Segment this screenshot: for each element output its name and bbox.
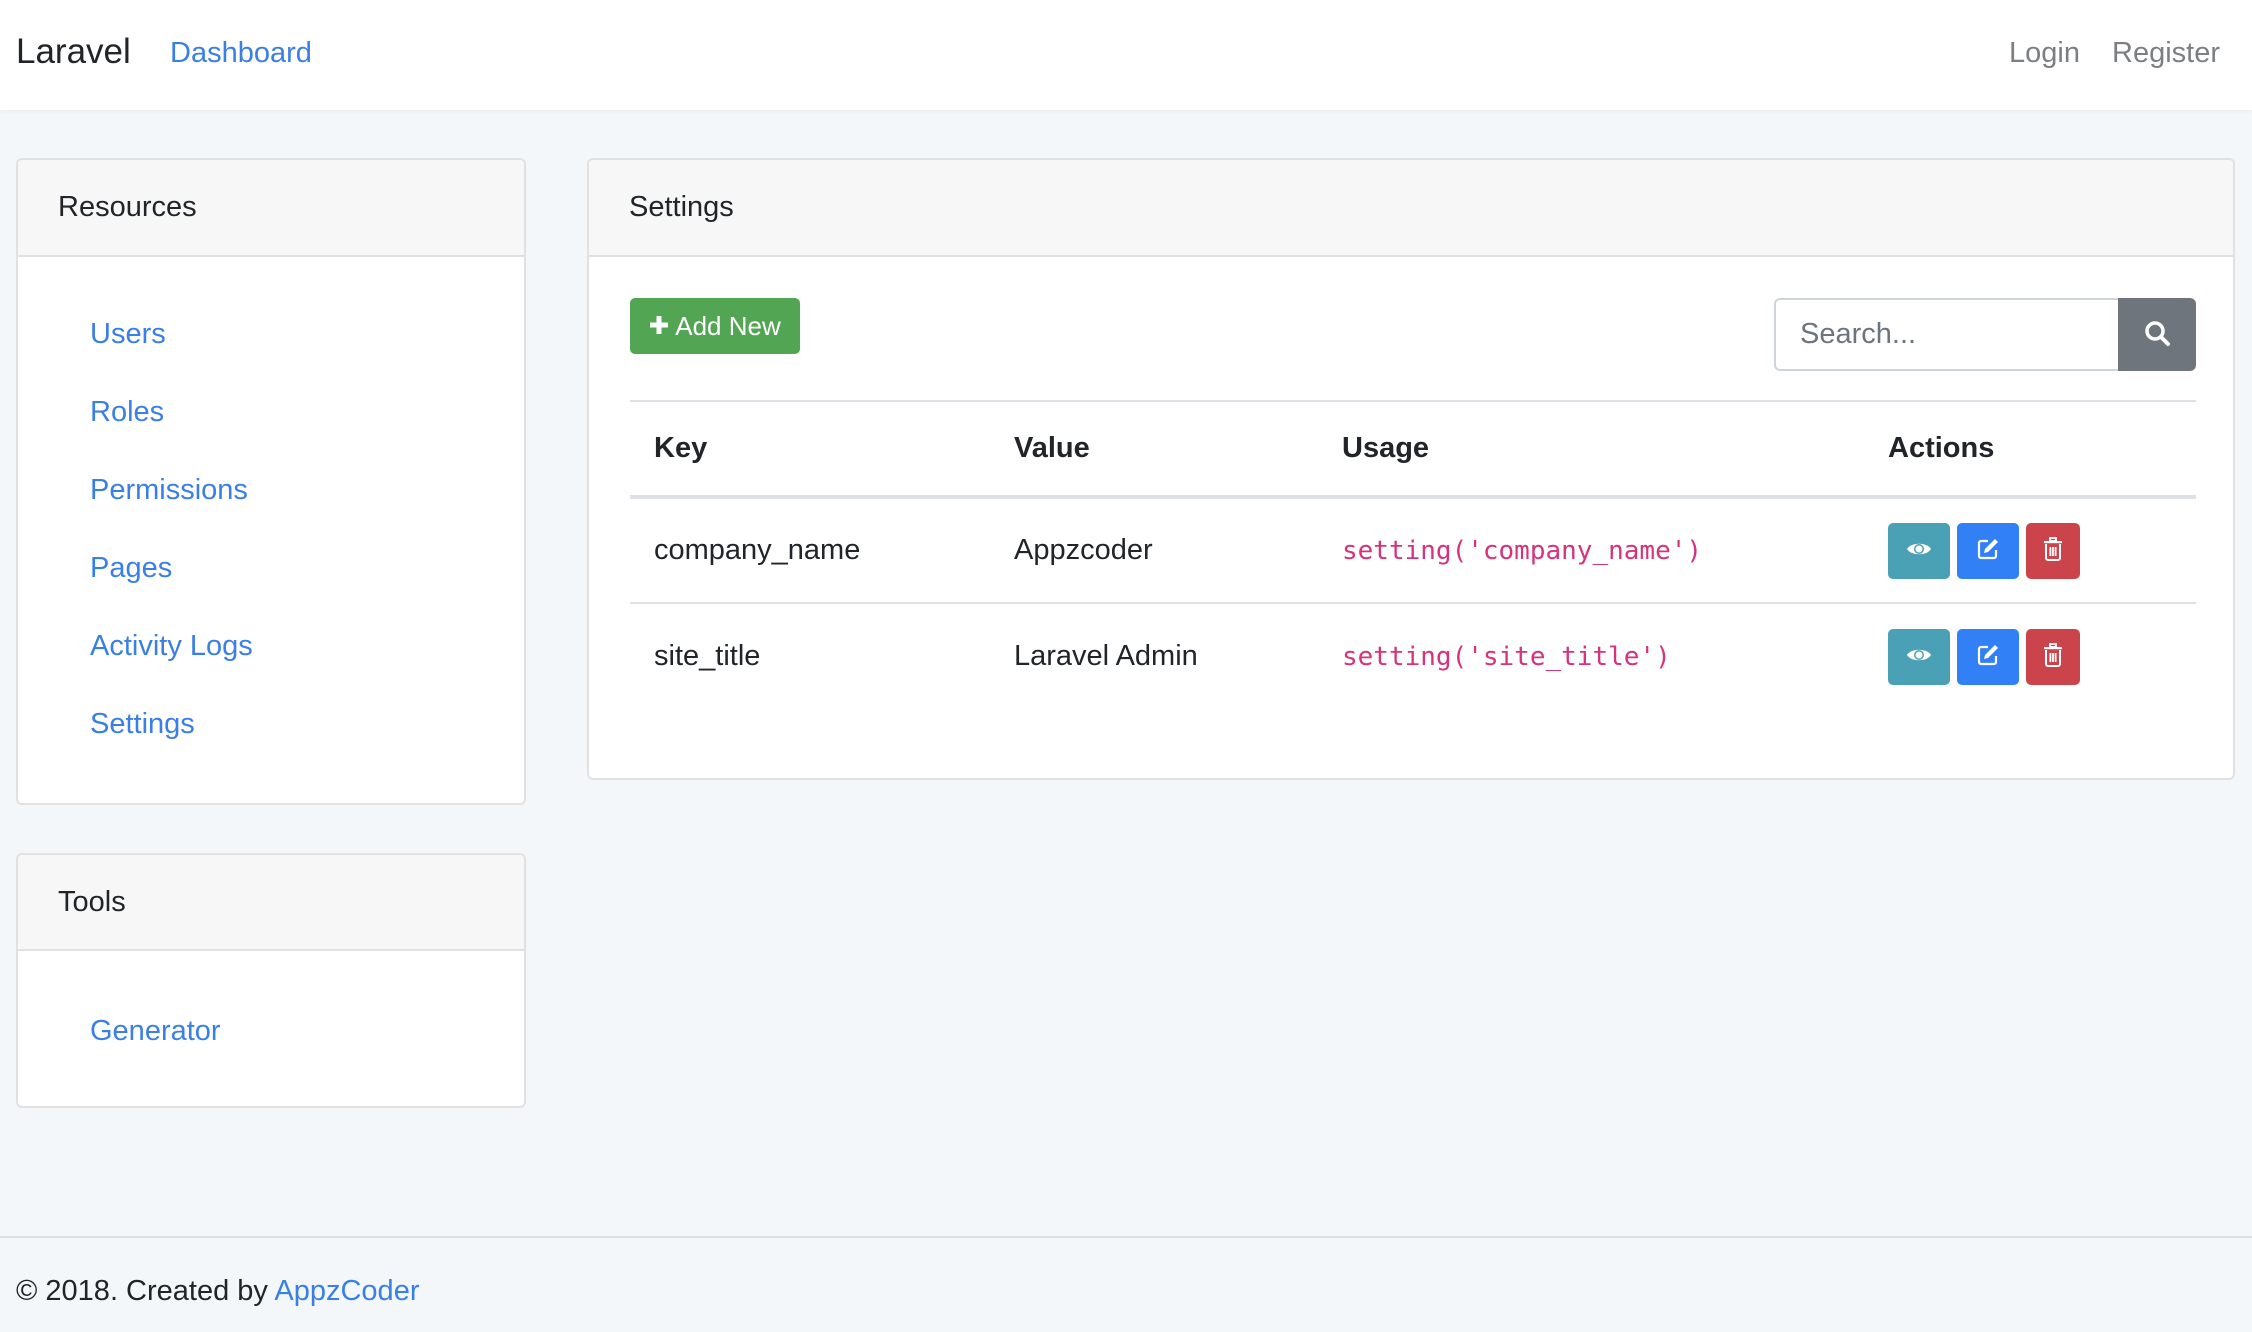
footer-author-link[interactable]: AppzCoder	[274, 1275, 419, 1307]
cell-usage: setting('company_name')	[1318, 497, 1864, 604]
search-input[interactable]	[1774, 298, 2118, 371]
column-header-key: Key	[630, 401, 990, 499]
nav-register-link[interactable]: Register	[2112, 37, 2220, 70]
view-button[interactable]	[1888, 522, 1950, 579]
usage-code: setting('site_title')	[1342, 642, 1671, 672]
eye-icon	[1906, 540, 1932, 561]
nav-dashboard-link[interactable]: Dashboard	[170, 37, 312, 70]
resources-list: Users Roles Permissions Pages Activity L…	[18, 257, 524, 763]
settings-card: Settings Add New Key Value Usage Actions…	[587, 158, 2235, 780]
tools-card-header: Tools	[18, 855, 524, 951]
delete-button[interactable]	[2026, 628, 2080, 685]
column-header-value: Value	[990, 401, 1318, 499]
sidebar-item-users: Users	[18, 295, 524, 373]
eye-icon	[1906, 646, 1932, 667]
table-row: company_name Appzcoder setting('company_…	[630, 497, 2196, 604]
sidebar-link-users[interactable]: Users	[18, 318, 166, 351]
sidebar-link-generator[interactable]: Generator	[18, 1015, 221, 1048]
edit-icon	[1976, 537, 2000, 564]
sidebar-link-permissions[interactable]: Permissions	[18, 474, 248, 507]
sidebar-item-activity-logs: Activity Logs	[18, 607, 524, 685]
settings-table: Key Value Usage Actions company_name App…	[630, 400, 2196, 709]
nav-auth-links: Login Register	[2009, 37, 2220, 70]
footer-copyright: © 2018. Created by	[16, 1275, 268, 1307]
add-new-label: Add New	[675, 310, 781, 341]
resources-title: Resources	[58, 191, 197, 223]
trash-icon	[2043, 643, 2063, 670]
edit-button[interactable]	[1957, 522, 2019, 579]
cell-usage: setting('site_title')	[1318, 603, 1864, 709]
tools-card: Tools Generator	[16, 853, 526, 1108]
table-header-row: Key Value Usage Actions	[630, 401, 2196, 499]
sidebar-item-generator: Generator	[18, 992, 524, 1070]
search-button[interactable]	[2118, 298, 2196, 371]
plus-icon	[649, 310, 669, 342]
view-button[interactable]	[1888, 628, 1950, 685]
footer: © 2018. Created by AppzCoder	[16, 1275, 419, 1308]
settings-card-header: Settings	[589, 160, 2233, 257]
delete-button[interactable]	[2026, 522, 2080, 579]
table-row: site_title Laravel Admin setting('site_t…	[630, 603, 2196, 709]
trash-icon	[2043, 537, 2063, 564]
cell-value: Appzcoder	[990, 497, 1318, 604]
sidebar-item-permissions: Permissions	[18, 451, 524, 529]
tools-list: Generator	[18, 951, 524, 1070]
brand-link[interactable]: Laravel	[16, 32, 131, 72]
cell-value: Laravel Admin	[1014, 640, 1198, 672]
sidebar-link-activity-logs[interactable]: Activity Logs	[18, 630, 253, 663]
footer-divider	[0, 1236, 2252, 1238]
search-form	[1774, 298, 2196, 371]
sidebar-item-pages: Pages	[18, 529, 524, 607]
sidebar-link-settings[interactable]: Settings	[18, 708, 195, 741]
nav-login-link[interactable]: Login	[2009, 37, 2080, 70]
edit-button[interactable]	[1957, 628, 2019, 685]
navbar: Laravel Dashboard Login Register	[0, 0, 2252, 110]
cell-key: site_title	[654, 640, 761, 672]
usage-code: setting('company_name')	[1342, 536, 1703, 566]
sidebar-item-roles: Roles	[18, 373, 524, 451]
search-icon	[2143, 319, 2171, 350]
column-header-usage: Usage	[1318, 401, 1864, 499]
sidebar-link-roles[interactable]: Roles	[18, 396, 164, 429]
row-actions	[1888, 628, 2196, 685]
tools-title: Tools	[58, 885, 126, 918]
resources-card: Resources Users Roles Permissions Pages …	[16, 158, 526, 805]
edit-icon	[1976, 643, 2000, 670]
column-header-actions: Actions	[1864, 401, 2196, 499]
add-new-button[interactable]: Add New	[630, 298, 800, 354]
cell-actions	[1864, 603, 2196, 709]
sidebar-item-settings: Settings	[18, 685, 524, 763]
page-title: Settings	[629, 191, 734, 223]
cell-key: company_name	[630, 497, 990, 604]
sidebar-link-pages[interactable]: Pages	[18, 552, 172, 585]
cell-actions	[1864, 497, 2196, 604]
row-actions	[1888, 522, 2196, 579]
resources-card-header: Resources	[18, 160, 524, 257]
